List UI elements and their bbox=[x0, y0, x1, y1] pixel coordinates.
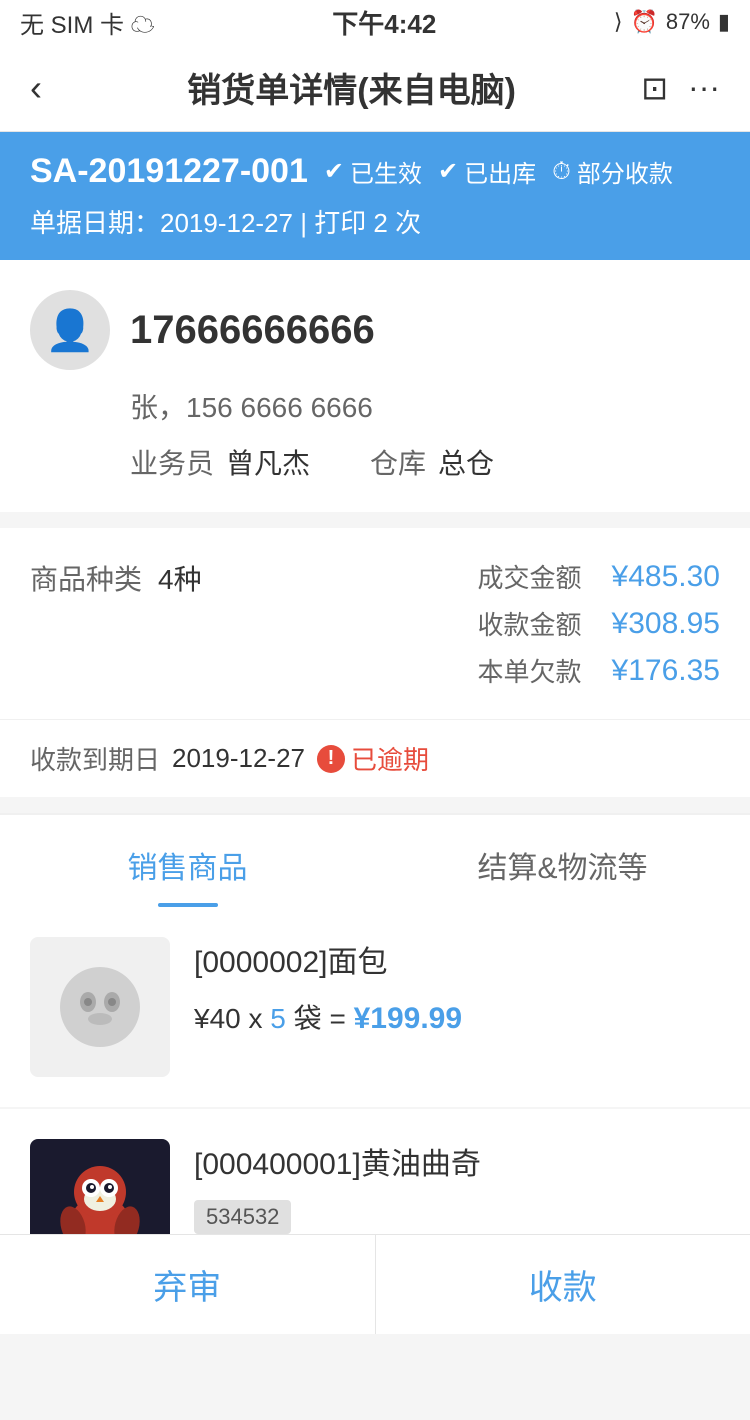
status-time: 下午4:42 bbox=[332, 4, 436, 41]
customer-section: 👤 17666666666 张，156 6666 6666 业务员 曾凡杰 仓库… bbox=[0, 260, 750, 512]
price-unit-1: 袋 bbox=[294, 1003, 322, 1034]
warehouse-item: 仓库 总仓 bbox=[370, 442, 494, 482]
owed-line: 本单欠款 ¥176.35 bbox=[478, 652, 720, 689]
category-value: 4种 bbox=[158, 558, 202, 598]
tab-settlement[interactable]: 结算&物流等 bbox=[375, 815, 750, 907]
status-right: ⟩ ⏰ 87% ▮ bbox=[614, 9, 730, 35]
collect-payment-button[interactable]: 收款 bbox=[376, 1235, 750, 1334]
tab-settlement-label: 结算&物流等 bbox=[477, 852, 647, 885]
deal-amount-value: ¥485.30 bbox=[612, 560, 720, 594]
price-qty-1: 5 bbox=[270, 1003, 286, 1034]
customer-row: 👤 17666666666 bbox=[30, 290, 720, 370]
divider-2 bbox=[0, 797, 750, 813]
tabs-section: 销售商品 结算&物流等 bbox=[0, 813, 750, 907]
product-placeholder-icon-1 bbox=[50, 957, 150, 1057]
product-info-1: [0000002]面包 ¥40 x 5 袋 = ¥199.99 bbox=[194, 937, 720, 1037]
price-total-1: ¥199.99 bbox=[354, 1002, 462, 1035]
price-x-1: x bbox=[249, 1003, 271, 1034]
badge-partial: ⏱ 部分收款 bbox=[552, 154, 673, 189]
salesperson-value: 曾凡杰 bbox=[226, 442, 310, 482]
status-left: 无 SIM 卡 ☁ bbox=[20, 5, 155, 40]
overdue-text: 已逾期 bbox=[351, 740, 429, 777]
owed-label: 本单欠款 bbox=[478, 652, 582, 689]
badge-partial-label: 部分收款 bbox=[577, 154, 673, 189]
product-name-2: [000400001]黄油曲奇 bbox=[194, 1139, 720, 1183]
due-label: 收款到期日 bbox=[30, 740, 160, 777]
badge-shipped: ✔ 已出库 bbox=[438, 154, 536, 189]
owed-value: ¥176.35 bbox=[612, 654, 720, 688]
tab-sales-label: 销售商品 bbox=[128, 852, 248, 885]
stats-row: 商品种类 4种 成交金额 ¥485.30 收款金额 ¥308.95 本单欠款 ¥… bbox=[30, 558, 720, 689]
customer-name: 张，156 6666 6666 bbox=[30, 386, 720, 426]
back-button[interactable]: ‹ bbox=[30, 57, 62, 119]
more-icon[interactable]: ··· bbox=[688, 69, 720, 106]
deal-amount-label: 成交金额 bbox=[478, 558, 582, 595]
check-icon-2: ✔ bbox=[438, 157, 458, 186]
check-icon-1: ✔ bbox=[324, 157, 344, 186]
due-date: 2019-12-27 bbox=[172, 743, 305, 774]
customer-phone: 17666666666 bbox=[130, 308, 375, 353]
received-line: 收款金额 ¥308.95 bbox=[478, 605, 720, 642]
warehouse-label: 仓库 bbox=[370, 442, 426, 482]
stats-section: 商品种类 4种 成交金额 ¥485.30 收款金额 ¥308.95 本单欠款 ¥… bbox=[0, 528, 750, 719]
stats-left: 商品种类 4种 bbox=[30, 558, 202, 598]
share-icon[interactable]: ⊡ bbox=[641, 69, 668, 107]
order-id: SA-20191227-001 bbox=[30, 152, 308, 191]
overdue-icon: ! bbox=[317, 745, 345, 773]
location-icon: ⟩ bbox=[614, 9, 623, 35]
customer-meta: 业务员 曾凡杰 仓库 总仓 bbox=[30, 442, 720, 482]
salesperson-item: 业务员 曾凡杰 bbox=[130, 442, 310, 482]
nav-bar: ‹ 销货单详情(来自电脑) ⊡ ··· bbox=[0, 44, 750, 132]
price-eq-1: = bbox=[329, 1003, 353, 1034]
price-base-1: ¥40 bbox=[194, 1003, 241, 1034]
status-bar: 无 SIM 卡 ☁ 下午4:42 ⟩ ⏰ 87% ▮ bbox=[0, 0, 750, 44]
warehouse-value: 总仓 bbox=[438, 442, 494, 482]
overdue-badge: ! 已逾期 bbox=[317, 740, 429, 777]
product-tag-2: 534532 bbox=[194, 1200, 291, 1234]
deal-amount-line: 成交金额 ¥485.30 bbox=[478, 558, 720, 595]
page-title: 销货单详情(来自电脑) bbox=[62, 63, 641, 112]
salesperson-label: 业务员 bbox=[130, 442, 214, 482]
bottom-spacer bbox=[0, 1320, 750, 1420]
header-top-row: SA-20191227-001 ✔ 已生效 ✔ 已出库 ⏱ 部分收款 bbox=[30, 152, 720, 191]
product-price-1: ¥40 x 5 袋 = ¥199.99 bbox=[194, 997, 720, 1037]
header-band: SA-20191227-001 ✔ 已生效 ✔ 已出库 ⏱ 部分收款 单据日期：… bbox=[0, 132, 750, 260]
header-date: 单据日期：2019-12-27 | 打印 2 次 bbox=[30, 203, 720, 240]
received-value: ¥308.95 bbox=[612, 607, 720, 641]
battery: 87% bbox=[666, 9, 710, 35]
received-label: 收款金额 bbox=[478, 605, 582, 642]
avatar-icon: 👤 bbox=[45, 307, 95, 354]
abandon-review-button[interactable]: 弃审 bbox=[0, 1235, 376, 1334]
battery-icon: ▮ bbox=[718, 9, 730, 35]
product-name-1: [0000002]面包 bbox=[194, 937, 720, 981]
stats-right: 成交金额 ¥485.30 收款金额 ¥308.95 本单欠款 ¥176.35 bbox=[478, 558, 720, 689]
alarm-icon: ⏰ bbox=[630, 9, 657, 35]
bottom-bar: 弃审 收款 bbox=[0, 1234, 750, 1334]
product-item-1: [0000002]面包 ¥40 x 5 袋 = ¥199.99 bbox=[0, 907, 750, 1107]
nav-actions: ⊡ ··· bbox=[641, 69, 720, 107]
tab-sales-products[interactable]: 销售商品 bbox=[0, 815, 375, 907]
due-section: 收款到期日 2019-12-27 ! 已逾期 bbox=[0, 719, 750, 797]
badge-effective-label: 已生效 bbox=[350, 154, 422, 189]
clock-icon: ⏱ bbox=[552, 158, 571, 186]
badge-shipped-label: 已出库 bbox=[464, 154, 536, 189]
badge-effective: ✔ 已生效 bbox=[324, 154, 422, 189]
divider-1 bbox=[0, 512, 750, 528]
category-label: 商品种类 bbox=[30, 558, 142, 598]
sim-status: 无 SIM 卡 ☁ bbox=[20, 5, 155, 40]
avatar: 👤 bbox=[30, 290, 110, 370]
product-image-1 bbox=[30, 937, 170, 1077]
